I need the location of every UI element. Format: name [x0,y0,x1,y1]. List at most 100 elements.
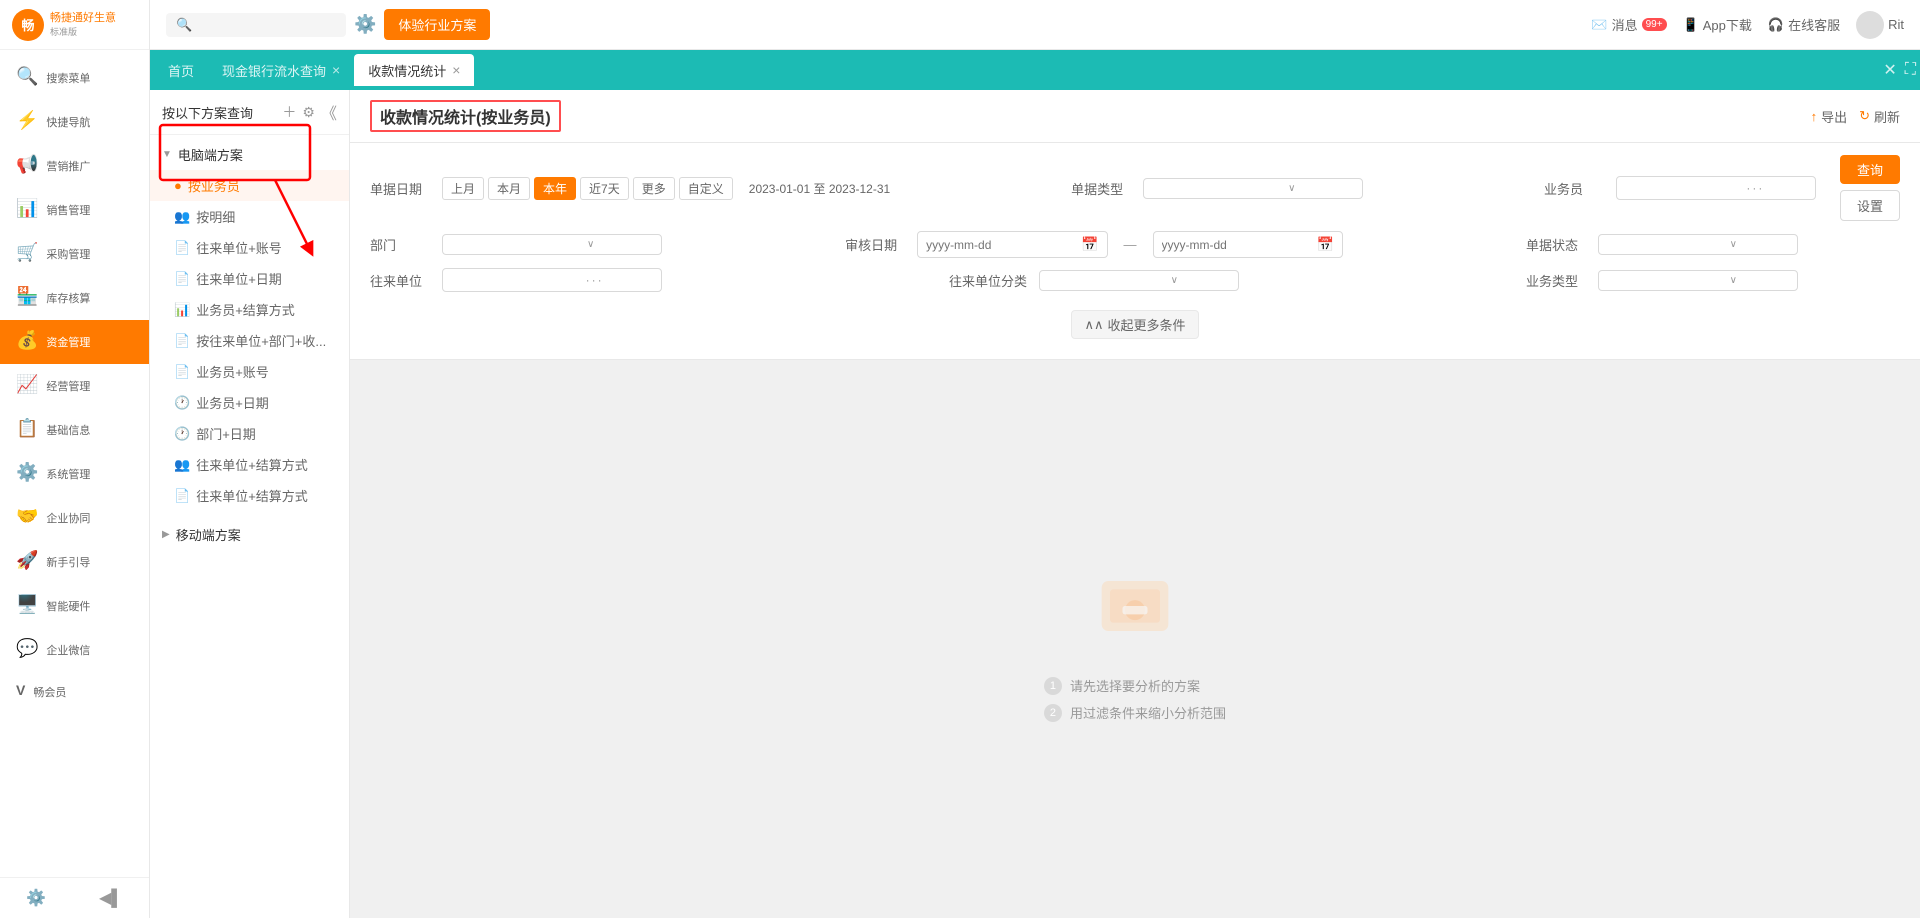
collapse-sidebar-icon[interactable]: ◀▌ [99,888,123,908]
online-service-btn[interactable]: 🎧 在线客服 [1768,15,1840,34]
settings-button[interactable]: 设置 [1840,190,1900,221]
scheme-item-partner-settlement1[interactable]: 👥 往来单位+结算方式 [150,449,349,480]
scheme-item-by-detail[interactable]: 👥 按明细 [150,201,349,232]
logo-icon: 畅 [12,9,44,41]
export-btn[interactable]: ↑ 导出 [1811,107,1848,126]
date-btn-this-month[interactable]: 本月 [488,177,530,200]
refresh-btn[interactable]: ↻ 刷新 [1859,107,1900,126]
topbar-settings-icon[interactable]: ⚙️ [354,14,376,35]
calendar-start-icon[interactable]: 📅 [1081,236,1098,253]
query-button[interactable]: 查询 [1840,155,1900,184]
scheme-group-desktop-header[interactable]: ▼ 电脑端方案 [150,139,349,170]
filter-row-3: 往来单位 ··· 往来单位分类 ∨ 业务类型 [370,268,1900,292]
scheme-group-mobile-header[interactable]: ▶ 移动端方案 [150,519,349,550]
group-arrow-collapsed-icon: ▶ [162,529,170,540]
online-service-label: 在线客服 [1788,15,1840,34]
sidebar-item-purchase[interactable]: 🛒 采购管理 [0,232,149,276]
sidebar-item-sales[interactable]: 📊 销售管理 [0,188,149,232]
counterparty-category-select[interactable]: ∨ [1039,270,1239,291]
scheme-item-label: 部门+日期 [196,424,256,443]
topbar-search[interactable]: 🔍 [166,13,346,37]
scheme-group-desktop-label: 电脑端方案 [178,145,243,164]
counterparty-category-label: 往来单位分类 [949,271,1027,290]
scheme-item-dept-date[interactable]: 🕐 部门+日期 [150,418,349,449]
scheme-item-label: 按业务员 [188,176,240,195]
review-date-start[interactable]: 📅 [917,231,1107,258]
review-date-end-input[interactable] [1162,238,1317,252]
app-icon: 📱 [1683,17,1699,33]
collapse-scheme-icon[interactable]: 《 [321,100,337,124]
trial-btn[interactable]: 体验行业方案 [384,9,490,40]
scheme-item-icon: 👥 [174,457,190,473]
tab-bank[interactable]: 现金银行流水查询 × [208,54,354,86]
settings-bottom-icon[interactable]: ⚙️ [26,888,46,908]
maximize-window-btn[interactable]: ⛶ [1905,61,1916,79]
type-select[interactable]: ∨ [1143,178,1363,199]
settings-scheme-icon[interactable]: ⚙ [302,104,315,121]
date-btn-this-year[interactable]: 本年 [534,177,576,200]
tip-num-1: 1 [1044,677,1062,695]
sidebar-item-member[interactable]: V 畅会员 [0,672,149,711]
user-area[interactable]: Rit [1856,11,1904,39]
sidebar-item-finance[interactable]: 💰 资金管理 [0,320,149,364]
refresh-label: 刷新 [1874,107,1900,126]
messages-btn[interactable]: ✉️ 消息 99+ [1591,15,1666,34]
status-select[interactable]: ∨ [1598,234,1798,255]
scheme-item-partner-date[interactable]: 📄 往来单位+日期 [150,263,349,294]
sidebar-item-label: 资金管理 [46,334,90,350]
counterparty-more-icon[interactable]: ··· [586,273,653,287]
sidebar-item-search[interactable]: 🔍 搜索菜单 [0,56,149,100]
scheme-item-icon: 📄 [174,333,190,349]
export-icon: ↑ [1811,109,1818,124]
tab-collection[interactable]: 收款情况统计 × [354,54,474,86]
department-label: 部门 [370,235,430,254]
content-area: 按以下方案查询 ＋ ⚙ 《 ▼ 电脑端方案 ● 按业务员 👥 [150,90,1920,918]
scheme-item-salesperson-settlement[interactable]: 📊 业务员+结算方式 [150,294,349,325]
business-type-select[interactable]: ∨ [1598,270,1798,291]
business-type-label: 业务类型 [1526,271,1586,290]
tab-collection-label: 收款情况统计 [368,61,446,80]
date-btn-7days[interactable]: 近7天 [580,177,629,200]
close-window-btn[interactable]: ✕ [1883,60,1896,80]
scheme-item-by-salesperson[interactable]: ● 按业务员 [150,170,349,201]
calendar-end-icon[interactable]: 📅 [1317,236,1334,253]
add-scheme-icon[interactable]: ＋ [282,102,296,122]
sidebar-item-basic[interactable]: 📋 基础信息 [0,408,149,452]
sidebar-item-shortcut[interactable]: ⚡ 快捷导航 [0,100,149,144]
scheme-item-partner-dept-recv[interactable]: 📄 按往来单位+部门+收... [150,325,349,356]
sidebar-item-marketing[interactable]: 📢 营销推广 [0,144,149,188]
date-btn-custom[interactable]: 自定义 [679,177,733,200]
tab-home[interactable]: 首页 [154,54,208,86]
salesperson-more-icon[interactable]: ··· [1746,181,1807,195]
tab-collection-close[interactable]: × [452,62,460,78]
sidebar-item-label: 智能硬件 [46,598,90,614]
sidebar-item-wechat[interactable]: 💬 企业微信 [0,628,149,672]
department-select[interactable]: ∨ [442,234,662,255]
sidebar-item-inventory[interactable]: 🏪 库存核算 [0,276,149,320]
scheme-item-salesperson-account[interactable]: 📄 业务员+账号 [150,356,349,387]
date-btn-last-month[interactable]: 上月 [442,177,484,200]
review-date-start-input[interactable] [926,238,1081,252]
sidebar-item-system[interactable]: ⚙️ 系统管理 [0,452,149,496]
app-download-btn[interactable]: 📱 App下载 [1683,15,1752,34]
counterparty-select[interactable]: ··· [442,268,662,292]
sidebar-item-guide[interactable]: 🚀 新手引导 [0,540,149,584]
scheme-item-partner-settlement2[interactable]: 📄 往来单位+结算方式 [150,480,349,511]
salesperson-select[interactable]: ··· [1616,176,1816,200]
date-btn-more[interactable]: 更多 [633,177,675,200]
collapse-more-btn[interactable]: ∧∧ 收起更多条件 [1071,310,1198,339]
scheme-item-partner-account[interactable]: 📄 往来单位+账号 [150,232,349,263]
member-icon: V [16,682,25,698]
inventory-icon: 🏪 [16,286,38,307]
review-date-end[interactable]: 📅 [1153,231,1343,258]
sidebar-footer: ⚙️ ◀▌ [0,877,149,918]
scheme-item-icon: 📄 [174,488,190,504]
sidebar-item-corp[interactable]: 🤝 企业协同 [0,496,149,540]
sidebar-item-hardware[interactable]: 🖥️ 智能硬件 [0,584,149,628]
tab-bank-close[interactable]: × [332,62,340,78]
wechat-icon: 💬 [16,638,38,659]
sidebar-item-label: 搜索菜单 [46,70,90,86]
scheme-item-salesperson-date[interactable]: 🕐 业务员+日期 [150,387,349,418]
scheme-item-icon: 🕐 [174,426,190,442]
sidebar-item-operation[interactable]: 📈 经营管理 [0,364,149,408]
